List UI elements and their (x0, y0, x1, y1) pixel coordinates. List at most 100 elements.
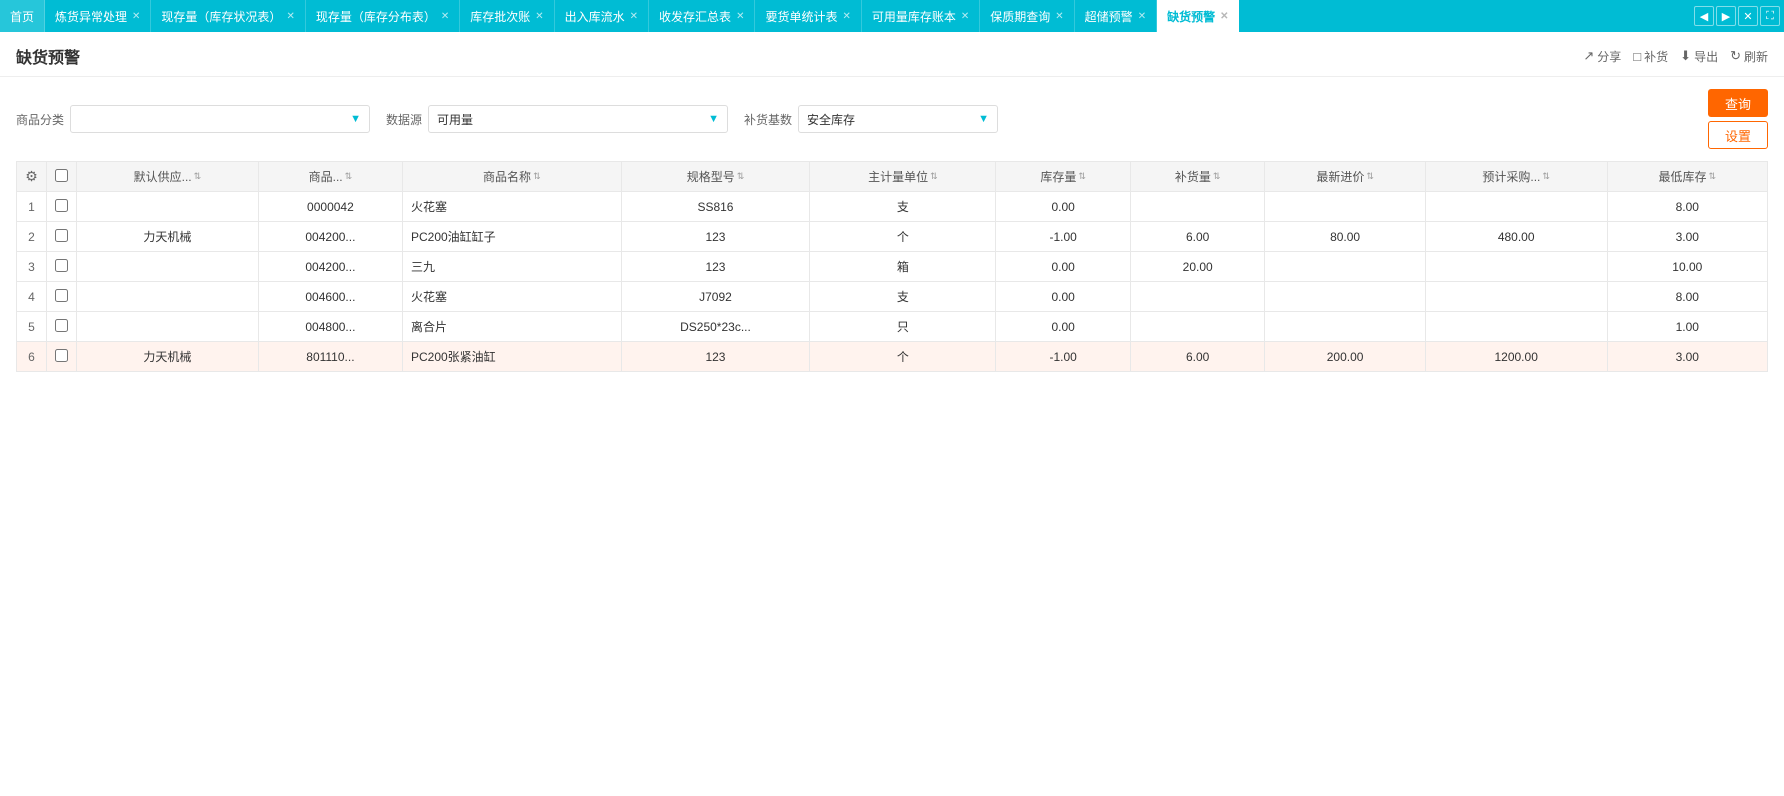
header-actions: ↗ 分享 □ 补货 ⬇ 导出 ↻ 刷新 (1583, 48, 1768, 65)
tab-collect-summary-close[interactable]: ✕ (736, 11, 744, 22)
row-checkbox[interactable] (47, 282, 77, 312)
settings-button[interactable]: 设置 (1708, 121, 1768, 149)
tab-exception[interactable]: 炼货异常处理 ✕ (45, 0, 151, 32)
tab-overstock[interactable]: 超储预警 ✕ (1075, 0, 1157, 32)
tab-exception-close[interactable]: ✕ (132, 11, 140, 22)
tab-home[interactable]: 首页 (0, 0, 45, 32)
tab-expand-button[interactable]: ⛶ (1760, 6, 1780, 26)
query-button[interactable]: 查询 (1708, 89, 1768, 117)
row-select-checkbox[interactable] (55, 349, 68, 362)
th-stock[interactable]: 库存量 ⇅ (996, 162, 1131, 192)
row-unit: 支 (810, 282, 996, 312)
row-unit: 支 (810, 192, 996, 222)
tab-collect-summary[interactable]: 收发存汇总表 ✕ (649, 0, 755, 32)
tab-nav-buttons: ◀ ▶ ✕ ⛶ (1690, 6, 1784, 26)
row-checkbox[interactable] (47, 222, 77, 252)
th-stock-sort[interactable]: 库存量 ⇅ (1040, 168, 1086, 185)
row-select-checkbox[interactable] (55, 199, 68, 212)
th-latest-price[interactable]: 最新进价 ⇅ (1265, 162, 1425, 192)
table-container: ⚙ 默认供应... ⇅ 商品... ⇅ (0, 161, 1784, 372)
row-product-name: 火花塞 (402, 192, 621, 222)
tab-prev-button[interactable]: ◀ (1694, 6, 1714, 26)
row-checkbox[interactable] (47, 312, 77, 342)
tab-expiry-query-close[interactable]: ✕ (1055, 11, 1063, 22)
tab-batch-account[interactable]: 库存批次账 ✕ (460, 0, 554, 32)
th-unit-sort[interactable]: 主计量单位 ⇅ (868, 168, 938, 185)
tab-purchase-stat-close[interactable]: ✕ (842, 11, 850, 22)
th-min-stock-sort[interactable]: 最低库存 ⇅ (1659, 168, 1717, 185)
tab-inout-flow[interactable]: 出入库流水 ✕ (555, 0, 649, 32)
table-row: 2力天机械004200...PC200油缸缸子123个-1.006.0080.0… (17, 222, 1768, 252)
row-product-name: 火花塞 (402, 282, 621, 312)
tab-close-all-button[interactable]: ✕ (1738, 6, 1758, 26)
th-supplier-sort[interactable]: 默认供应... ⇅ (134, 168, 202, 185)
th-spec-sort[interactable]: 规格型号 ⇅ (687, 168, 745, 185)
th-product-name-sort[interactable]: 商品名称 ⇅ (483, 168, 541, 185)
datasource-select-value: 可用量 (437, 111, 708, 128)
datasource-label: 数据源 (386, 111, 422, 128)
tab-purchase-stat[interactable]: 要货单统计表 ✕ (755, 0, 861, 32)
th-replenish[interactable]: 补货量 ⇅ (1130, 162, 1265, 192)
th-product-name[interactable]: 商品名称 ⇅ (402, 162, 621, 192)
row-number: 3 (17, 252, 47, 282)
th-latest-price-sort[interactable]: 最新进价 ⇅ (1316, 168, 1374, 185)
tab-inventory-status[interactable]: 现存量（库存状况表） ✕ (151, 0, 305, 32)
row-min-stock: 8.00 (1607, 282, 1767, 312)
row-supplier: 力天机械 (77, 222, 259, 252)
row-replenish: 6.00 (1130, 342, 1265, 372)
row-number: 6 (17, 342, 47, 372)
row-select-checkbox[interactable] (55, 319, 68, 332)
replenish-base-select[interactable]: 安全库存 ▼ (798, 105, 998, 133)
est-purchase-sort-icon: ⇅ (1542, 171, 1550, 182)
row-stock: 0.00 (996, 312, 1131, 342)
row-checkbox[interactable] (47, 192, 77, 222)
category-select[interactable]: ▼ (70, 105, 370, 133)
row-checkbox[interactable] (47, 342, 77, 372)
th-est-purchase[interactable]: 预计采购... ⇅ (1425, 162, 1607, 192)
th-product-code-sort[interactable]: 商品... ⇅ (309, 168, 353, 185)
tab-inout-flow-close[interactable]: ✕ (630, 11, 638, 22)
tab-available-account[interactable]: 可用量库存账本 ✕ (862, 0, 980, 32)
row-select-checkbox[interactable] (55, 229, 68, 242)
row-min-stock: 8.00 (1607, 192, 1767, 222)
tab-inventory-dist[interactable]: 现存量（库存分布表） ✕ (306, 0, 460, 32)
select-all-checkbox[interactable] (55, 169, 68, 182)
table-row: 10000042火花塞SS816支0.008.00 (17, 192, 1768, 222)
th-checkbox[interactable] (47, 162, 77, 192)
row-select-checkbox[interactable] (55, 259, 68, 272)
tab-batch-account-close[interactable]: ✕ (535, 11, 543, 22)
th-supplier[interactable]: 默认供应... ⇅ (77, 162, 259, 192)
th-settings[interactable]: ⚙ (17, 162, 47, 192)
tab-expiry-query[interactable]: 保质期查询 ✕ (980, 0, 1074, 32)
row-checkbox[interactable] (47, 252, 77, 282)
tab-shortage-close[interactable]: ✕ (1220, 11, 1228, 22)
th-product-code[interactable]: 商品... ⇅ (258, 162, 402, 192)
table-row: 3004200...三九123箱0.0020.0010.00 (17, 252, 1768, 282)
column-settings-button[interactable]: ⚙ (25, 168, 38, 185)
datasource-select[interactable]: 可用量 ▼ (428, 105, 728, 133)
table-body: 10000042火花塞SS816支0.008.002力天机械004200...P… (17, 192, 1768, 372)
row-select-checkbox[interactable] (55, 289, 68, 302)
th-min-stock[interactable]: 最低库存 ⇅ (1607, 162, 1767, 192)
tab-available-account-close[interactable]: ✕ (961, 11, 969, 22)
refresh-icon: ↻ (1730, 48, 1741, 64)
row-spec: 123 (621, 222, 810, 252)
share-button[interactable]: ↗ 分享 (1583, 48, 1621, 65)
th-unit[interactable]: 主计量单位 ⇅ (810, 162, 996, 192)
tab-inventory-status-close[interactable]: ✕ (286, 11, 294, 22)
row-est-purchase (1425, 252, 1607, 282)
export-button[interactable]: ⬇ 导出 (1680, 48, 1718, 65)
refresh-button[interactable]: ↻ 刷新 (1730, 48, 1768, 65)
row-supplier (77, 252, 259, 282)
tab-shortage[interactable]: 缺货预警 ✕ (1157, 0, 1239, 32)
th-est-purchase-sort[interactable]: 预计采购... ⇅ (1482, 168, 1550, 185)
replenish-button[interactable]: □ 补货 (1633, 48, 1668, 65)
th-replenish-sort[interactable]: 补货量 ⇅ (1175, 168, 1221, 185)
tab-next-button[interactable]: ▶ (1716, 6, 1736, 26)
tab-inventory-dist-close[interactable]: ✕ (441, 11, 449, 22)
row-stock: 0.00 (996, 252, 1131, 282)
th-spec[interactable]: 规格型号 ⇅ (621, 162, 810, 192)
filter-actions: 查询 设置 (1708, 89, 1768, 149)
tab-overstock-close[interactable]: ✕ (1138, 11, 1146, 22)
filter-area: 商品分类 ▼ 数据源 可用量 ▼ 补货基数 安全库存 ▼ 查询 设置 (0, 77, 1784, 161)
